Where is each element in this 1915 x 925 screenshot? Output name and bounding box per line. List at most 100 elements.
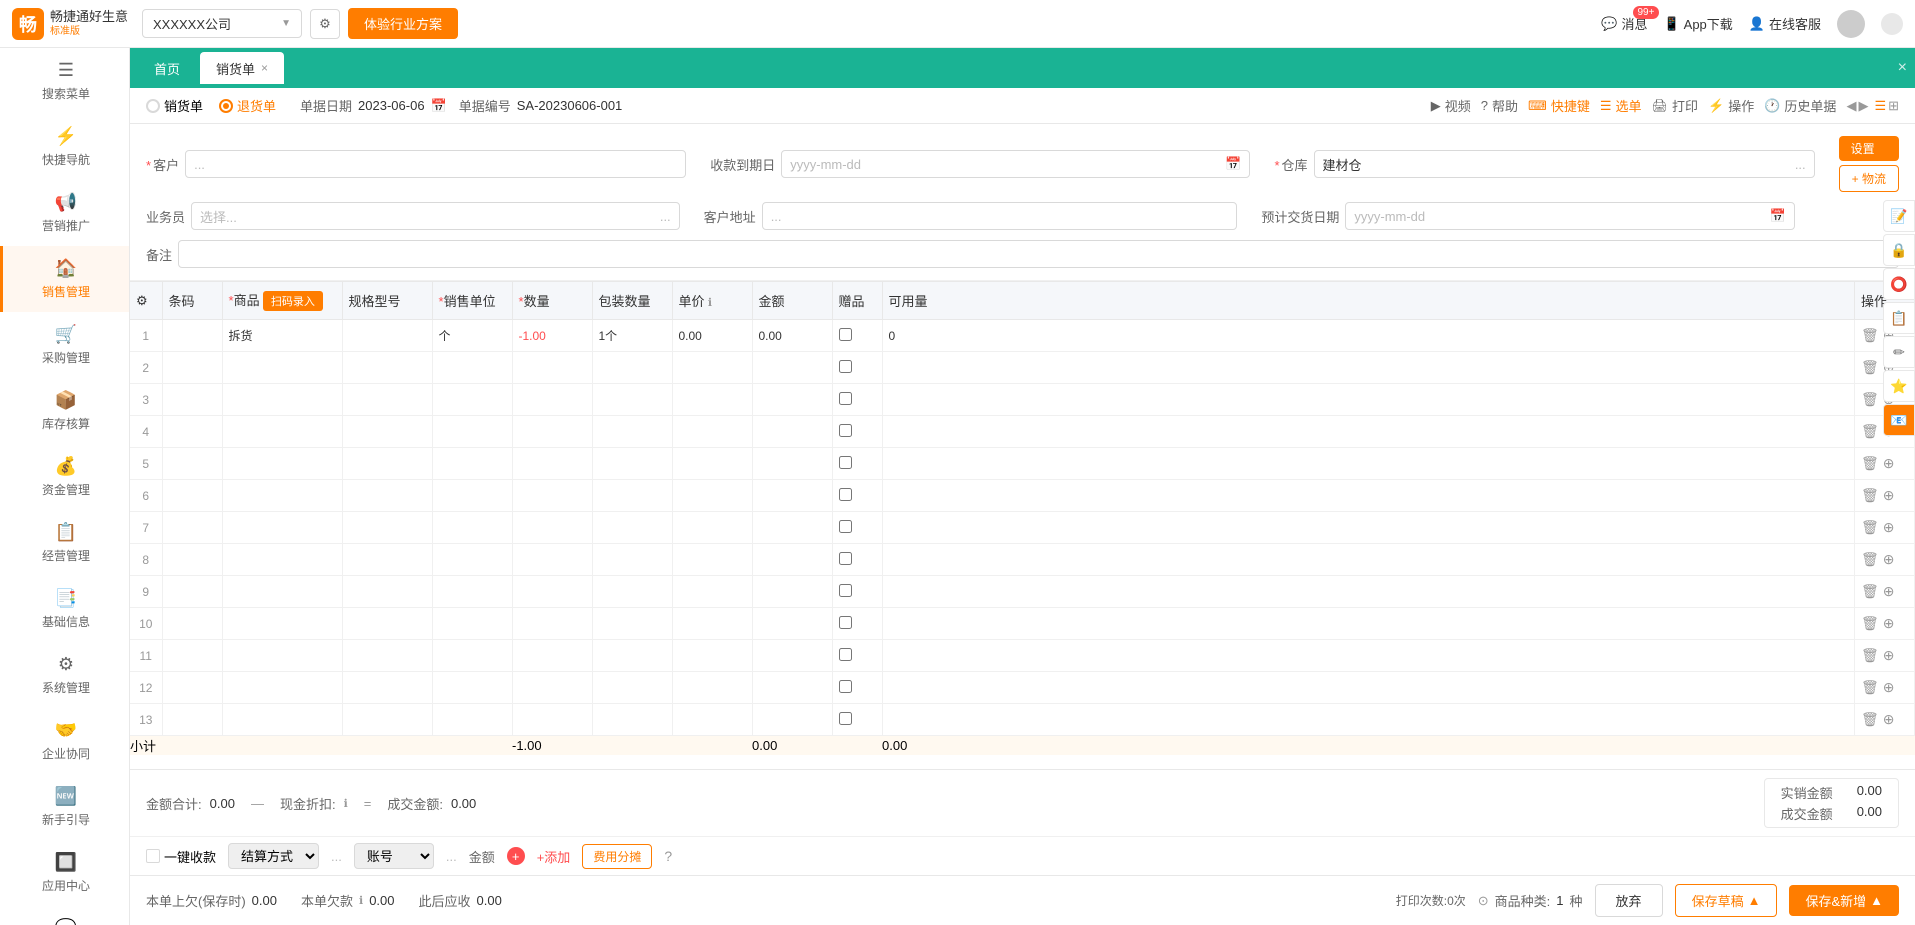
row-spec-cell[interactable] [342, 448, 432, 480]
row-gift-cell[interactable] [832, 544, 882, 576]
row-gift-cell[interactable] [832, 672, 882, 704]
calendar-icon[interactable]: 📅 [431, 98, 447, 114]
row-pkg-qty-cell[interactable] [592, 384, 672, 416]
row-product-cell[interactable]: 拆货 [222, 320, 342, 352]
message-button[interactable]: 💬 消息 99+ [1601, 14, 1647, 33]
save-draft-button[interactable]: 保存草稿 ▲ [1675, 884, 1778, 917]
sidebar-item-purchase[interactable]: 🛒 采购管理 [0, 312, 129, 378]
sidebar-item-apps[interactable]: 🔲 应用中心 [0, 840, 129, 906]
row-amount-cell[interactable] [752, 608, 832, 640]
row-gift-cell[interactable] [832, 480, 882, 512]
row-product-cell[interactable] [222, 448, 342, 480]
row-pkg-qty-cell[interactable] [592, 672, 672, 704]
row-product-cell[interactable] [222, 416, 342, 448]
sidebar-item-system[interactable]: ⚙ 系统管理 [0, 642, 129, 708]
float-btn-2[interactable]: 🔒 [1883, 234, 1915, 266]
tab-close-icon[interactable]: × [261, 61, 268, 75]
sidebar-item-sales[interactable]: 🏠 销售管理 [0, 246, 129, 312]
row-pkg-qty-cell[interactable] [592, 608, 672, 640]
row-price-cell[interactable] [672, 544, 752, 576]
row-spec-cell[interactable] [342, 640, 432, 672]
one-click-payment-checkbox[interactable]: 一键收款 [146, 847, 216, 866]
warehouse-input[interactable]: 建材仓 ... [1314, 150, 1815, 178]
row-price-cell[interactable] [672, 672, 752, 704]
row-amount-cell[interactable] [752, 448, 832, 480]
next-icon[interactable]: ▶ [1858, 98, 1868, 114]
row-spec-cell[interactable] [342, 512, 432, 544]
row-qty-cell[interactable]: -1.00 [512, 320, 592, 352]
row-spec-cell[interactable] [342, 672, 432, 704]
row-amount-cell[interactable] [752, 480, 832, 512]
row-pkg-qty-cell[interactable] [592, 576, 672, 608]
row-qty-cell[interactable] [512, 640, 592, 672]
row-gift-cell[interactable] [832, 320, 882, 352]
row-unit-cell[interactable] [432, 640, 512, 672]
delete-icon[interactable]: 🗑 [1861, 455, 1879, 472]
row-gift-cell[interactable] [832, 704, 882, 736]
row-unit-cell[interactable] [432, 704, 512, 736]
toolbar-select[interactable]: ☰ 选单 [1600, 96, 1642, 115]
row-spec-cell[interactable] [342, 576, 432, 608]
toolbar-operation[interactable]: ⚡ 操作 [1708, 96, 1754, 115]
row-amount-cell[interactable] [752, 640, 832, 672]
settings-icon[interactable]: ⚙ [310, 9, 340, 39]
online-service-button[interactable]: 👤 在线客服 [1749, 14, 1821, 33]
row-pkg-qty-cell[interactable] [592, 480, 672, 512]
row-pkg-qty-cell[interactable] [592, 416, 672, 448]
delete-icon[interactable]: 🗑 [1861, 423, 1879, 440]
row-spec-cell[interactable] [342, 416, 432, 448]
row-amount-cell[interactable] [752, 512, 832, 544]
sidebar-item-finance[interactable]: 💰 资金管理 [0, 444, 129, 510]
row-amount-cell[interactable] [752, 544, 832, 576]
expense-split-button[interactable]: 费用分摊 [582, 844, 652, 869]
row-qty-cell[interactable] [512, 384, 592, 416]
sidebar-item-inventory[interactable]: 📦 库存核算 [0, 378, 129, 444]
row-amount-cell[interactable] [752, 352, 832, 384]
tab-sales-order[interactable]: 销货单 × [200, 52, 284, 84]
delete-icon[interactable]: 🗑 [1861, 679, 1879, 696]
customer-input[interactable]: ... [185, 150, 686, 178]
row-product-cell[interactable] [222, 544, 342, 576]
row-spec-cell[interactable] [342, 704, 432, 736]
delete-icon[interactable]: 🗑 [1861, 519, 1879, 536]
float-btn-3[interactable]: ⭕ [1883, 268, 1915, 300]
row-unit-cell[interactable] [432, 672, 512, 704]
row-unit-cell[interactable] [432, 608, 512, 640]
row-gift-cell[interactable] [832, 608, 882, 640]
row-gift-cell[interactable] [832, 512, 882, 544]
row-barcode-cell[interactable] [162, 384, 222, 416]
float-btn-5[interactable]: ✏ [1883, 336, 1915, 368]
copy-icon[interactable]: ⊕ [1883, 487, 1895, 504]
row-price-cell[interactable] [672, 576, 752, 608]
row-qty-cell[interactable] [512, 512, 592, 544]
toolbar-shortcut[interactable]: ⌨ 快捷键 [1528, 96, 1590, 115]
row-unit-cell[interactable] [432, 384, 512, 416]
row-spec-cell[interactable] [342, 320, 432, 352]
float-btn-1[interactable]: 📝 [1883, 200, 1915, 232]
row-price-cell[interactable] [672, 448, 752, 480]
row-spec-cell[interactable] [342, 352, 432, 384]
row-barcode-cell[interactable] [162, 672, 222, 704]
delete-icon[interactable]: 🗑 [1861, 327, 1879, 344]
sidebar-item-wechat[interactable]: 💬 企业微信 [0, 906, 129, 925]
payment-method-select[interactable]: 结算方式 [228, 843, 319, 869]
row-unit-cell[interactable] [432, 576, 512, 608]
company-selector[interactable]: XXXXXX公司 ▼ [142, 9, 302, 38]
float-btn-6[interactable]: ⭐ [1883, 370, 1915, 402]
row-spec-cell[interactable] [342, 480, 432, 512]
row-barcode-cell[interactable] [162, 544, 222, 576]
toolbar-print[interactable]: 🖨 打印 [1652, 96, 1699, 115]
row-price-cell[interactable] [672, 512, 752, 544]
sidebar-item-enterprise[interactable]: 🤝 企业协同 [0, 708, 129, 774]
row-pkg-qty-cell[interactable] [592, 448, 672, 480]
row-product-cell[interactable] [222, 672, 342, 704]
row-qty-cell[interactable] [512, 416, 592, 448]
float-btn-4[interactable]: 📋 [1883, 302, 1915, 334]
row-pkg-qty-cell[interactable] [592, 640, 672, 672]
row-qty-cell[interactable] [512, 448, 592, 480]
row-product-cell[interactable] [222, 352, 342, 384]
copy-icon[interactable]: ⊕ [1883, 647, 1895, 664]
row-qty-cell[interactable] [512, 480, 592, 512]
radio-return-order[interactable]: 退货单 [219, 96, 276, 115]
row-barcode-cell[interactable] [162, 704, 222, 736]
